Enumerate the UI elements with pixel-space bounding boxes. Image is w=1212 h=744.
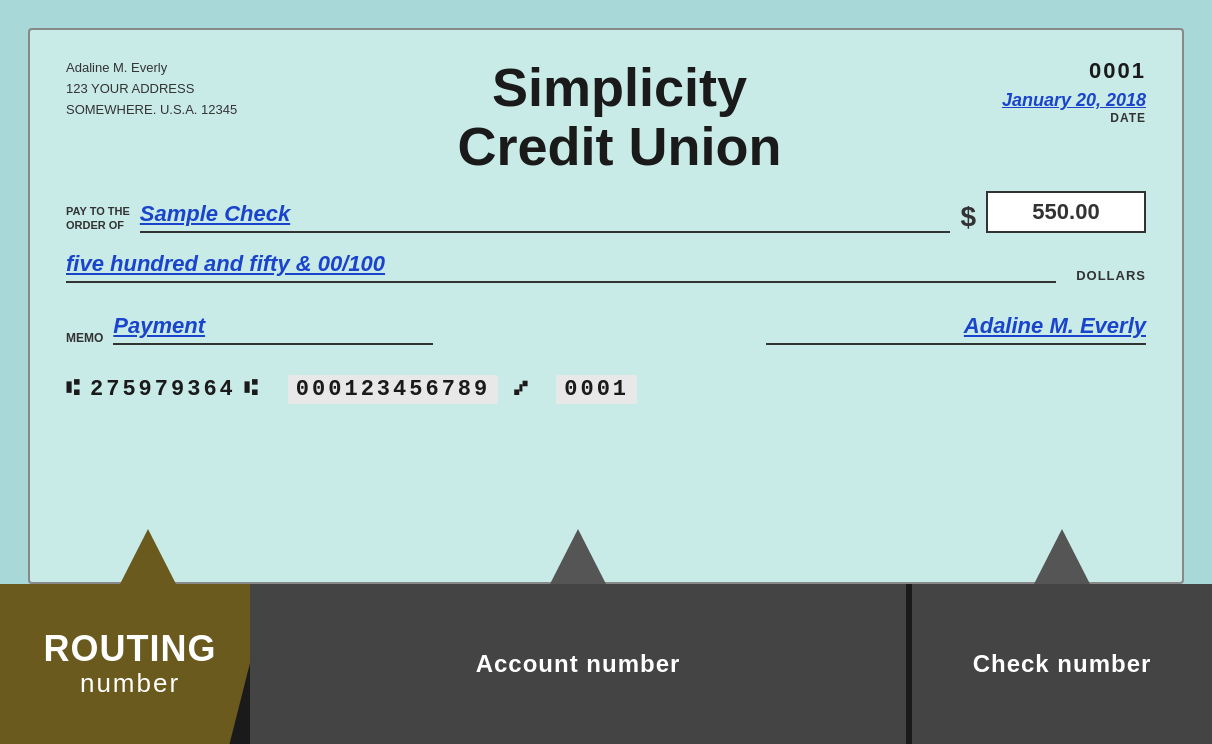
top-right-area: 0001 January 20, 2018 DATE: [1002, 58, 1146, 125]
written-amount-row: five hundred and fifty & 00/100 DOLLARS: [66, 251, 1146, 283]
micr-check-number: 0001: [556, 375, 637, 404]
routing-text-number: number: [80, 668, 180, 699]
date-label: DATE: [1002, 111, 1146, 125]
check-number-top: 0001: [1002, 58, 1146, 84]
routing-text-routing: ROUTING: [44, 629, 217, 669]
bank-title: Simplicity Credit Union: [237, 58, 1002, 177]
check-number-label-text: Check number: [973, 650, 1152, 678]
date-value: January 20, 2018: [1002, 90, 1146, 111]
amount-box: 550.00: [986, 191, 1146, 233]
micr-account: 000123456789: [288, 375, 498, 404]
memo-value: Payment: [113, 313, 205, 338]
micr-line: ⑆ 275979364 ⑆ 000123456789 ⑇ 0001: [66, 375, 1146, 404]
routing-arrow: [120, 529, 176, 584]
account-arrow: [550, 529, 606, 584]
owner-address1: 123 YOUR ADDRESS: [66, 79, 237, 100]
micr-account-symbol: ⑇: [514, 377, 530, 402]
bottom-labels: ROUTING number Account number Check numb…: [0, 584, 1212, 744]
micr-symbol-close: ⑆: [244, 377, 260, 402]
pay-to-value: Sample Check: [140, 201, 290, 226]
micr-routing: 275979364: [90, 377, 236, 402]
written-amount: five hundred and fifty & 00/100: [66, 251, 1056, 283]
signature-value: Adaline M. Everly: [964, 313, 1146, 338]
account-label-text: Account number: [476, 650, 681, 678]
dollar-sign: $: [960, 201, 976, 233]
pay-to-line: Sample Check: [140, 201, 951, 233]
owner-address2: SOMEWHERE. U.S.A. 12345: [66, 100, 237, 121]
account-number-label: Account number: [250, 584, 906, 744]
check-number-label: Check number: [912, 584, 1212, 744]
check-arrow: [1034, 529, 1090, 584]
date-area: January 20, 2018 DATE: [1002, 90, 1146, 125]
pay-to-label: PAY TO THE ORDER OF: [66, 204, 130, 233]
bank-name-line1: Simplicity: [492, 57, 747, 117]
routing-label: ROUTING number: [0, 584, 270, 744]
dollars-label: DOLLARS: [1076, 268, 1146, 283]
owner-address: Adaline M. Everly 123 YOUR ADDRESS SOMEW…: [66, 58, 237, 120]
memo-line: Payment: [113, 313, 433, 345]
bank-name-line2: Credit Union: [458, 116, 782, 176]
signature-area: Adaline M. Everly: [433, 313, 1146, 345]
memo-row: MEMO Payment Adaline M. Everly: [66, 313, 1146, 345]
memo-label: MEMO: [66, 331, 103, 345]
pay-to-row: PAY TO THE ORDER OF Sample Check $ 550.0…: [66, 191, 1146, 233]
micr-symbol-open: ⑆: [66, 377, 82, 402]
owner-name: Adaline M. Everly: [66, 58, 237, 79]
check: Adaline M. Everly 123 YOUR ADDRESS SOMEW…: [28, 28, 1184, 584]
signature-line: Adaline M. Everly: [766, 313, 1146, 345]
